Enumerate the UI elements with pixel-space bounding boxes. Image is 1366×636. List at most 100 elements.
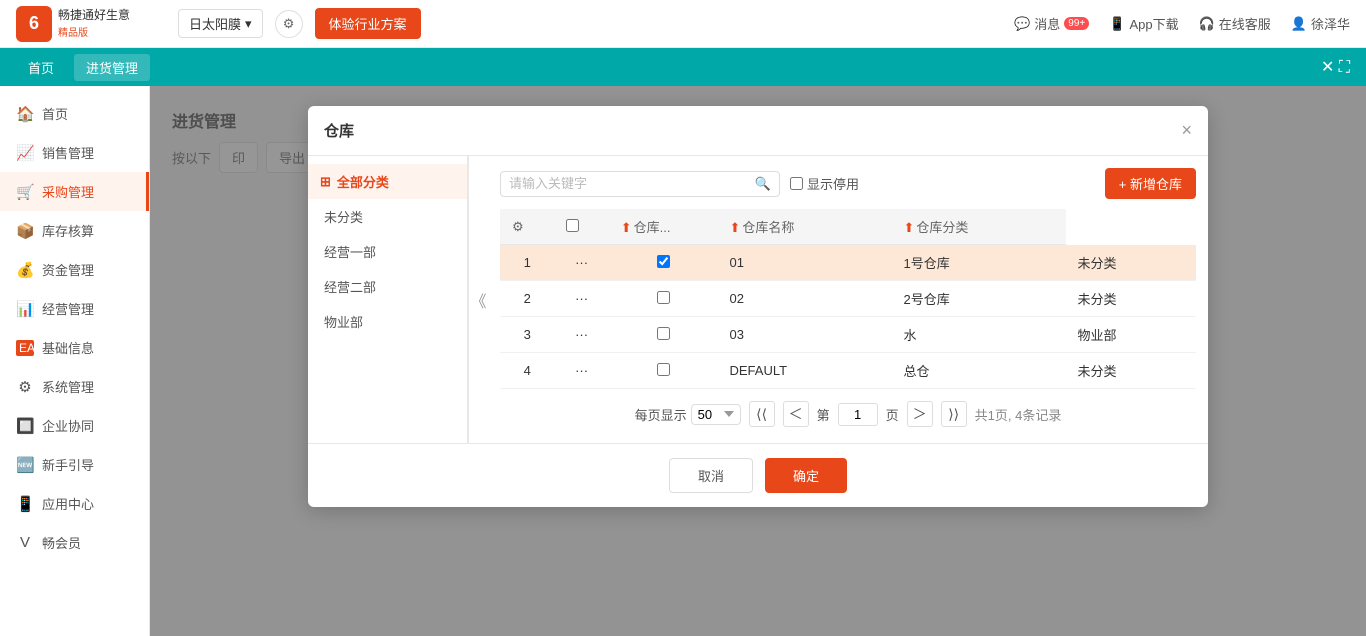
category-item-dept1[interactable]: 经营一部 xyxy=(308,234,467,269)
sidebar-item-purchase[interactable]: 🛒 采购管理 xyxy=(0,172,149,211)
next-page-btn[interactable]: ＞ xyxy=(907,401,933,427)
modal-close-icon[interactable]: × xyxy=(1181,120,1192,141)
online-service-label: 在线客服 xyxy=(1219,14,1271,33)
sidebar-item-finance[interactable]: 💰 资金管理 xyxy=(0,250,149,289)
sidebar-item-apps[interactable]: 📱 应用中心 xyxy=(0,484,149,523)
sidebar-item-system[interactable]: ⚙ 系统管理 xyxy=(0,367,149,406)
store-name: 日太阳膜 xyxy=(189,14,241,33)
table-row[interactable]: 3 ··· 03 水 物业部 xyxy=(500,317,1196,353)
newbie-icon: 🆕 xyxy=(16,456,34,474)
messages-label: 消息 xyxy=(1034,14,1060,33)
sidebar-item-home[interactable]: 🏠 首页 xyxy=(0,94,149,133)
nav-purchase[interactable]: 进货管理 xyxy=(74,54,150,81)
sidebar-label-home: 首页 xyxy=(42,104,68,123)
modal-title: 仓库 xyxy=(324,120,354,141)
sidebar-item-vip[interactable]: V 畅会员 xyxy=(0,523,149,562)
row-num: 3 xyxy=(500,317,554,353)
category-item-property[interactable]: 物业部 xyxy=(308,304,467,339)
gear-icon: ⚙ xyxy=(283,16,295,32)
sidebar-item-operations[interactable]: 📊 经营管理 xyxy=(0,289,149,328)
row-num: 4 xyxy=(500,353,554,389)
row-checkbox-cell[interactable] xyxy=(609,281,718,317)
user-name: 徐泽华 xyxy=(1311,14,1350,33)
row-checkbox[interactable] xyxy=(657,291,670,304)
table-row[interactable]: 4 ··· DEFAULT 总仓 未分类 xyxy=(500,353,1196,389)
row-checkbox-cell[interactable] xyxy=(609,245,718,281)
logo-icon: 6 xyxy=(16,6,52,42)
logo-text-block: 畅捷通好生意 精品版 xyxy=(58,8,130,39)
add-warehouse-button[interactable]: + 新增仓库 xyxy=(1105,168,1196,199)
messages-item[interactable]: 💬 消息 99+ xyxy=(1014,14,1089,33)
page-number-input[interactable] xyxy=(838,403,878,426)
category-item-dept2[interactable]: 经营二部 xyxy=(308,269,467,304)
search-input[interactable] xyxy=(509,176,749,191)
row-category: 未分类 xyxy=(1066,353,1197,389)
prev-page-btn[interactable]: ＜ xyxy=(783,401,809,427)
modal-overlay: 仓库 × ⊞ 全部分类 未分类 经营一部 经营二部 物业部 xyxy=(150,86,1366,636)
page-size-select: 每页显示 50 100 xyxy=(635,404,741,425)
try-solution-button[interactable]: 体验行业方案 xyxy=(315,8,421,39)
online-service-item[interactable]: 🎧 在线客服 xyxy=(1199,14,1271,33)
row-code: 01 xyxy=(718,245,892,281)
sales-icon: 📈 xyxy=(16,144,34,162)
show-disabled-checkbox[interactable] xyxy=(790,177,803,190)
last-page-btn[interactable]: ⟩⟩ xyxy=(941,401,967,427)
row-code: DEFAULT xyxy=(718,353,892,389)
app-download-item[interactable]: 📱 App下载 xyxy=(1109,14,1178,33)
sidebar-item-sales[interactable]: 📈 销售管理 xyxy=(0,133,149,172)
app-download-label: App下载 xyxy=(1129,14,1178,33)
nav-close-icon[interactable]: ✕ ⛶ xyxy=(1321,57,1350,77)
first-page-btn[interactable]: ⟨⟨ xyxy=(749,401,775,427)
header-right: 💬 消息 99+ 📱 App下载 🎧 在线客服 👤 徐泽华 xyxy=(1014,14,1350,33)
modal-header: 仓库 × xyxy=(308,106,1208,156)
sidebar-item-basic-info[interactable]: EA 基础信息 xyxy=(0,328,149,367)
per-page-label: 每页显示 xyxy=(635,405,687,424)
sidebar-item-inventory[interactable]: 📦 库存核算 xyxy=(0,211,149,250)
row-name: 水 xyxy=(892,317,1066,353)
user-item[interactable]: 👤 徐泽华 xyxy=(1291,14,1350,33)
collapse-category-btn[interactable]: 《 xyxy=(468,156,488,443)
store-selector[interactable]: 日太阳膜 ▾ xyxy=(178,9,263,38)
row-checkbox[interactable] xyxy=(657,327,670,340)
basic-info-icon: EA xyxy=(16,340,34,356)
app-name: 畅捷通好生意 xyxy=(58,8,130,24)
category-item-unclassified[interactable]: 未分类 xyxy=(308,199,467,234)
finance-icon: 💰 xyxy=(16,261,34,279)
show-disabled-label: 显示停用 xyxy=(807,174,859,193)
nav-home[interactable]: 首页 xyxy=(16,54,66,81)
row-gear[interactable]: ··· xyxy=(554,281,608,317)
system-icon: ⚙ xyxy=(16,378,34,396)
sidebar-label-newbie: 新手引导 xyxy=(42,455,94,474)
chevron-left-icon: 《 xyxy=(470,288,486,312)
row-checkbox-cell[interactable] xyxy=(609,317,718,353)
row-checkbox-cell[interactable] xyxy=(609,353,718,389)
total-label: 共1页, 4条记录 xyxy=(975,405,1062,424)
sidebar-label-inventory: 库存核算 xyxy=(42,221,94,240)
cancel-button[interactable]: 取消 xyxy=(669,458,753,493)
row-gear[interactable]: ··· xyxy=(554,317,608,353)
search-icon[interactable]: 🔍 xyxy=(755,176,771,192)
top-header: 6 畅捷通好生意 精品版 日太阳膜 ▾ ⚙ 体验行业方案 💬 消息 99+ 📱 … xyxy=(0,0,1366,48)
select-all-checkbox[interactable] xyxy=(566,219,579,232)
headset-icon: 🎧 xyxy=(1199,16,1215,32)
confirm-button[interactable]: 确定 xyxy=(765,458,847,493)
sidebar-label-finance: 资金管理 xyxy=(42,260,94,279)
table-row[interactable]: 2 ··· 02 2号仓库 未分类 xyxy=(500,281,1196,317)
settings-icon-btn[interactable]: ⚙ xyxy=(275,10,303,38)
purchase-icon: 🛒 xyxy=(16,183,34,201)
sidebar-item-collab[interactable]: 🔲 企业协同 xyxy=(0,406,149,445)
row-checkbox[interactable] xyxy=(657,363,670,376)
row-gear[interactable]: ··· xyxy=(554,353,608,389)
messages-badge: 99+ xyxy=(1064,17,1089,30)
per-page-select[interactable]: 50 100 xyxy=(691,404,741,425)
sidebar-item-newbie[interactable]: 🆕 新手引导 xyxy=(0,445,149,484)
category-all-label: 全部分类 xyxy=(337,172,389,191)
collab-icon: 🔲 xyxy=(16,417,34,435)
row-gear[interactable]: ··· xyxy=(554,245,608,281)
row-checkbox[interactable] xyxy=(657,255,670,268)
show-disabled-toggle[interactable]: 显示停用 xyxy=(790,174,859,193)
row-num: 1 xyxy=(500,245,554,281)
category-header-all[interactable]: ⊞ 全部分类 xyxy=(308,164,467,199)
table-row[interactable]: 1 ··· 01 1号仓库 未分类 xyxy=(500,245,1196,281)
inventory-icon: 📦 xyxy=(16,222,34,240)
